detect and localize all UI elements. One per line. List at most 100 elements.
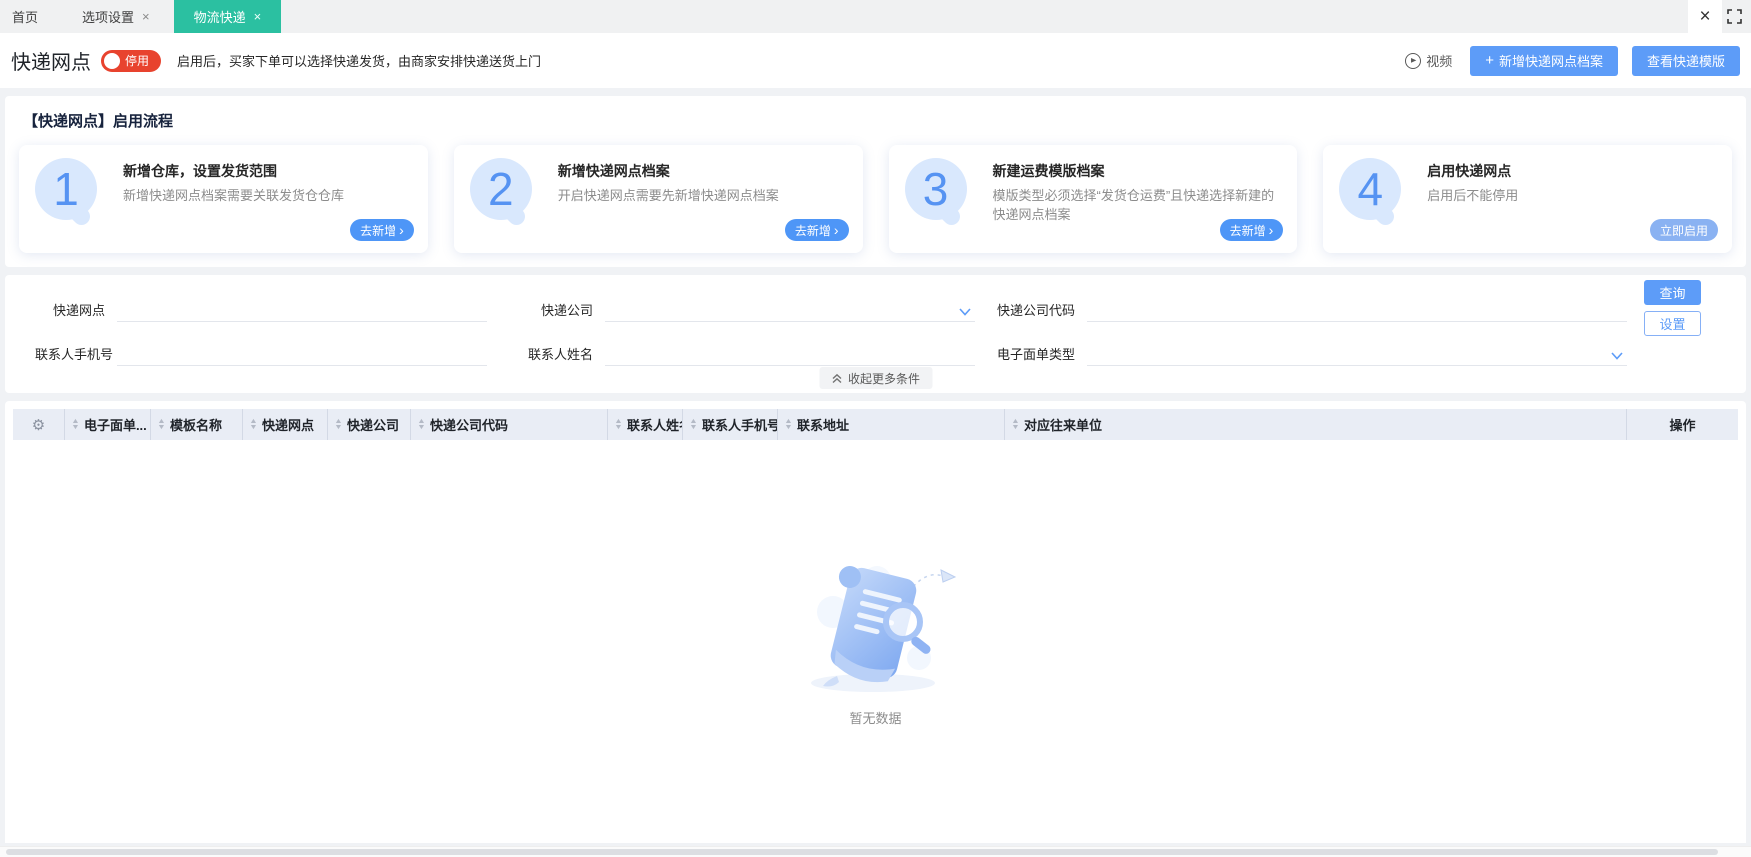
add-express-branch-button[interactable]: + 新增快递网点档案	[1470, 45, 1618, 76]
tab-label: 物流快递	[193, 10, 246, 25]
column-label: 操作	[1669, 418, 1696, 433]
empty-text: 暂无数据	[849, 711, 902, 726]
sort-icon[interactable]: ▲ ▼	[417, 418, 426, 431]
chevron-right-icon: ›	[1268, 221, 1274, 238]
search-button[interactable]: 查询	[1644, 280, 1701, 305]
step-number: 3	[922, 163, 949, 215]
step-card-4: 4 启用快递网点 启用后不能停用 立即启用	[1323, 145, 1732, 253]
go-add-button[interactable]: 去新增 ›	[1219, 219, 1284, 241]
view-express-template-button[interactable]: 查看快递模版	[1631, 45, 1740, 76]
field-label: 快递网点	[52, 303, 105, 318]
express-branch-input[interactable]	[117, 297, 487, 322]
table-header-row: ⚙ ▲ ▼ 电子面单... ▲ ▼ 模板名称 ▲ ▼ 快递网点 ▲ ▼ 快递公司 ▲ ▼ …	[13, 409, 1738, 440]
column-header-express-company[interactable]: ▲ ▼ 快递公司	[328, 409, 411, 440]
column-label: 快递公司代码	[429, 418, 508, 433]
collapse-more-conditions[interactable]: 收起更多条件	[818, 367, 933, 389]
sort-icon[interactable]: ▲ ▼	[614, 418, 623, 431]
video-link[interactable]: ▶ 视频	[1405, 51, 1452, 70]
sort-icon[interactable]: ▲ ▼	[784, 418, 793, 431]
tab-close-icon[interactable]: ×	[142, 10, 150, 23]
step-number-badge: 1	[35, 158, 97, 220]
window-close-button[interactable]: ×	[1688, 0, 1722, 33]
sort-down-icon: ▼	[784, 423, 793, 431]
sort-icon[interactable]: ▲ ▼	[249, 418, 258, 431]
step-title: 启用快递网点	[1427, 163, 1512, 179]
go-add-button[interactable]: 去新增 ›	[350, 219, 414, 241]
tab-logistics-express[interactable]: 物流快递 ×	[173, 0, 282, 33]
column-header-waybill[interactable]: ▲ ▼ 电子面单...	[65, 409, 151, 440]
column-header-express-branch[interactable]: ▲ ▼ 快递网点	[243, 409, 328, 440]
step-number-badge: 3	[904, 158, 967, 220]
sort-icon[interactable]: ▲ ▼	[1011, 418, 1020, 431]
enable-now-button[interactable]: 立即启用	[1649, 219, 1718, 241]
enable-flow-panel: 【快递网点】启用流程 1 新增仓库，设置发货范围 新增快递网点档案需要关联发货仓…	[5, 96, 1746, 267]
button-label: 立即启用	[1659, 223, 1708, 238]
tab-home[interactable]: 首页	[0, 0, 50, 33]
sort-down-icon: ▼	[71, 423, 80, 431]
column-header-contact-phone[interactable]: ▲ ▼ 联系人手机号	[683, 409, 778, 440]
horizontal-scrollbar	[0, 846, 1751, 857]
settings-button[interactable]: 设置	[1644, 311, 1701, 336]
filter-contact-name: 联系人姓名	[525, 341, 975, 366]
step-number: 1	[53, 163, 79, 215]
chevron-down-icon	[1611, 352, 1623, 360]
column-label: 快递公司	[346, 418, 399, 433]
column-header-counterpart-unit[interactable]: ▲ ▼ 对应往来单位	[1005, 409, 1627, 440]
page-description: 启用后，买家下单可以选择快递发货，由商家安排快递送货上门	[177, 54, 542, 69]
contact-phone-input[interactable]	[117, 341, 487, 366]
go-add-button[interactable]: 去新增 ›	[784, 219, 849, 241]
button-label: 新增快递网点档案	[1498, 54, 1603, 69]
button-label: 查看快递模版	[1646, 54, 1725, 69]
column-header-contact-address[interactable]: ▲ ▼ 联系地址	[778, 409, 1005, 440]
column-header-company-code[interactable]: ▲ ▼ 快递公司代码	[411, 409, 608, 440]
field-label: 联系人手机号	[35, 347, 114, 362]
column-label: 联系人姓名	[626, 418, 682, 433]
field-label: 快递公司	[540, 303, 593, 318]
step-description: 启用后不能停用	[1427, 188, 1519, 203]
column-label: 快递网点	[261, 418, 314, 433]
step-number: 2	[487, 163, 514, 215]
tab-label: 首页	[12, 10, 39, 25]
step-number-badge: 2	[469, 158, 532, 220]
button-label: 去新增	[1229, 223, 1266, 238]
waybill-type-select[interactable]	[1087, 341, 1627, 366]
chevron-right-icon: ›	[833, 221, 839, 238]
column-settings-cell: ⚙	[13, 409, 65, 440]
filter-contact-phone: 联系人手机号	[35, 341, 487, 366]
filter-waybill-type: 电子面单类型	[957, 341, 1627, 366]
express-company-select[interactable]	[605, 297, 975, 322]
company-code-input[interactable]	[1087, 297, 1627, 322]
chevron-right-icon: ›	[399, 221, 404, 238]
tab-close-icon[interactable]: ×	[254, 10, 262, 23]
button-label: 去新增	[360, 223, 397, 238]
plus-icon: +	[1485, 52, 1494, 69]
status-toggle[interactable]: 停用	[101, 49, 161, 72]
field-label: 电子面单类型	[996, 347, 1075, 362]
sort-icon[interactable]: ▲ ▼	[689, 418, 698, 431]
column-header-template-name[interactable]: ▲ ▼ 模板名称	[151, 409, 243, 440]
step-card-3: 3 新建运费模版档案 模版类型必须选择“发货仓运费”且快递选择新建的快递网点档案…	[888, 145, 1298, 253]
horizontal-scrollbar-thumb[interactable]	[6, 849, 1718, 855]
sort-down-icon: ▼	[689, 423, 698, 431]
tab-options-settings[interactable]: 选项设置 ×	[68, 0, 164, 33]
field-label: 联系人姓名	[527, 347, 593, 362]
column-label: 模板名称	[169, 418, 222, 433]
step-number: 4	[1357, 163, 1384, 215]
video-label: 视频	[1426, 54, 1453, 69]
sort-down-icon: ▼	[334, 423, 343, 431]
page-title: 快递网点	[11, 52, 91, 74]
sort-icon[interactable]: ▲ ▼	[157, 418, 166, 431]
sort-down-icon: ▼	[417, 423, 426, 431]
step-description: 开启快递网点需要先新增快递网点档案	[557, 188, 779, 203]
column-label: 电子面单...	[83, 418, 147, 433]
filter-express-company: 快递公司	[525, 297, 975, 322]
column-label: 联系人手机号	[701, 418, 778, 433]
fullscreen-button[interactable]	[1721, 0, 1747, 33]
sort-icon[interactable]: ▲ ▼	[334, 418, 343, 431]
step-title: 新建运费模版档案	[992, 163, 1105, 179]
sort-icon[interactable]: ▲ ▼	[71, 418, 80, 431]
gear-icon[interactable]: ⚙	[32, 416, 45, 434]
no-data-illustration	[810, 565, 956, 692]
contact-name-input[interactable]	[605, 341, 975, 366]
column-header-contact-name[interactable]: ▲▼ 联系人姓名	[608, 409, 683, 440]
